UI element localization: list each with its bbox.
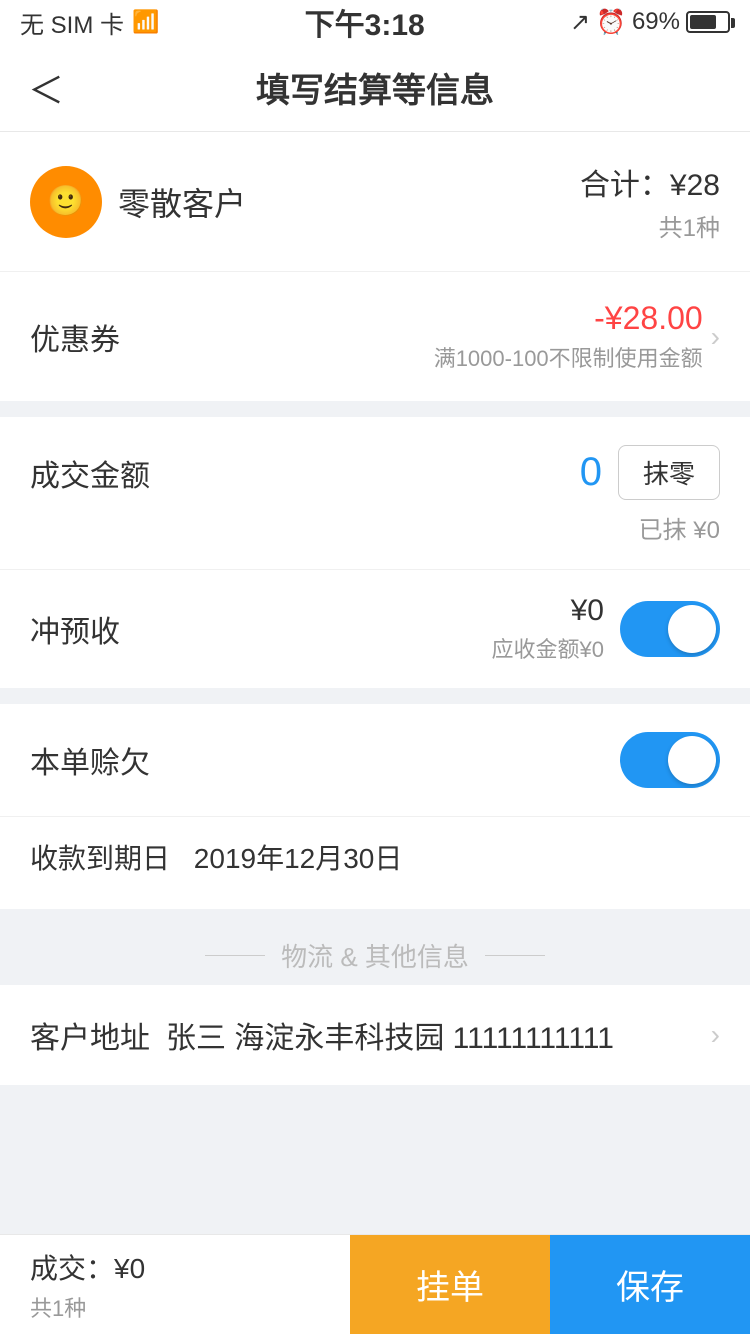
wifi-icon: 📶 (132, 9, 159, 35)
duedate-label: 收款到期日 (30, 843, 170, 874)
battery-icon (686, 11, 730, 33)
prepaid-label: 冲预收 (30, 607, 120, 651)
address-value: 张三 海淀永丰科技园 11111111111 (166, 1013, 711, 1057)
logistics-text: 物流 & 其他信息 (205, 937, 545, 974)
coupon-desc: 满1000-100不限制使用金额 (434, 341, 703, 373)
debt-row: 本单赊欠 (0, 704, 750, 816)
address-row[interactable]: 客户地址 张三 海淀永丰科技园 11111111111 › (0, 985, 750, 1085)
toggle-knob (668, 605, 716, 653)
coupon-info: -¥28.00 满1000-100不限制使用金额 (434, 300, 703, 373)
status-right: ↗ ⏰ 69% (570, 8, 730, 37)
status-bar: 无 SIM 卡 📶 下午3:18 ↗ ⏰ 69% (0, 0, 750, 44)
location-icon: ↗ (570, 8, 590, 37)
status-time: 下午3:18 (305, 0, 425, 44)
prepaid-toggle[interactable] (620, 601, 720, 657)
pending-button[interactable]: 挂单 (350, 1235, 550, 1334)
prepaid-right: ¥0 应收金额¥0 (492, 594, 720, 664)
address-section: 客户地址 张三 海淀永丰科技园 11111111111 › (0, 985, 750, 1085)
amount-sub: 已抹 ¥0 (0, 510, 750, 569)
round-button[interactable]: 抹零 (618, 445, 720, 500)
signal-text: 无 SIM 卡 (20, 5, 124, 40)
battery-percent: 69% (632, 8, 680, 36)
page-title: 填写结算等信息 (256, 63, 494, 112)
battery-fill (690, 15, 716, 29)
amount-value: 0 (580, 450, 602, 495)
debt-toggle[interactable] (620, 732, 720, 788)
coupon-discount: -¥28.00 (434, 300, 703, 337)
duedate-value: 2019年12月30日 (194, 843, 403, 874)
chevron-right-icon: › (711, 321, 720, 353)
prepaid-row: 冲预收 ¥0 应收金额¥0 (0, 569, 750, 688)
total-amount: 合计：¥28 (580, 160, 720, 204)
total-count: 共1种 (580, 208, 720, 243)
prepaid-main: ¥0 (492, 594, 604, 628)
address-label: 客户地址 (30, 1013, 150, 1057)
coupon-row[interactable]: 优惠券 -¥28.00 满1000-100不限制使用金额 › (0, 271, 750, 401)
amount-label: 成交金额 (30, 451, 150, 495)
alarm-icon: ⏰ (596, 8, 626, 37)
amount-right: 0 抹零 (580, 445, 720, 500)
address-chevron-icon: › (711, 1019, 720, 1051)
customer-row: 🙂 零散客户 合计：¥28 共1种 (0, 132, 750, 271)
debt-label: 本单赊欠 (30, 738, 150, 782)
coupon-label: 优惠券 (30, 315, 120, 359)
amount-section: 成交金额 0 抹零 已抹 ¥0 冲预收 ¥0 应收金额¥0 (0, 417, 750, 688)
debt-toggle-knob (668, 736, 716, 784)
logistics-divider: 物流 & 其他信息 (0, 925, 750, 985)
prepaid-sub: 应收金额¥0 (492, 632, 604, 664)
nav-bar: ＜ 填写结算等信息 (0, 44, 750, 132)
debt-section: 本单赊欠 收款到期日 2019年12月30日 (0, 704, 750, 909)
bottom-count: 共1种 (30, 1291, 320, 1323)
avatar: 🙂 (30, 166, 102, 238)
avatar-icon: 🙂 (47, 184, 84, 219)
customer-left: 🙂 零散客户 (30, 166, 246, 238)
customer-section: 🙂 零散客户 合计：¥28 共1种 优惠券 -¥28.00 满1000-100不… (0, 132, 750, 401)
coupon-right: -¥28.00 满1000-100不限制使用金额 › (434, 300, 720, 373)
bottom-info: 成交：¥0 共1种 (0, 1235, 350, 1334)
bottom-bar: 成交：¥0 共1种 挂单 保存 (0, 1234, 750, 1334)
customer-name: 零散客户 (118, 179, 246, 225)
status-left: 无 SIM 卡 📶 (20, 5, 159, 40)
save-button[interactable]: 保存 (550, 1235, 750, 1334)
amount-row: 成交金额 0 抹零 (0, 417, 750, 510)
bottom-deal: 成交：¥0 (30, 1247, 320, 1287)
prepaid-amounts: ¥0 应收金额¥0 (492, 594, 604, 664)
duedate-row: 收款到期日 2019年12月30日 (0, 816, 750, 909)
back-button[interactable]: ＜ (28, 62, 64, 114)
customer-right: 合计：¥28 共1种 (580, 160, 720, 243)
